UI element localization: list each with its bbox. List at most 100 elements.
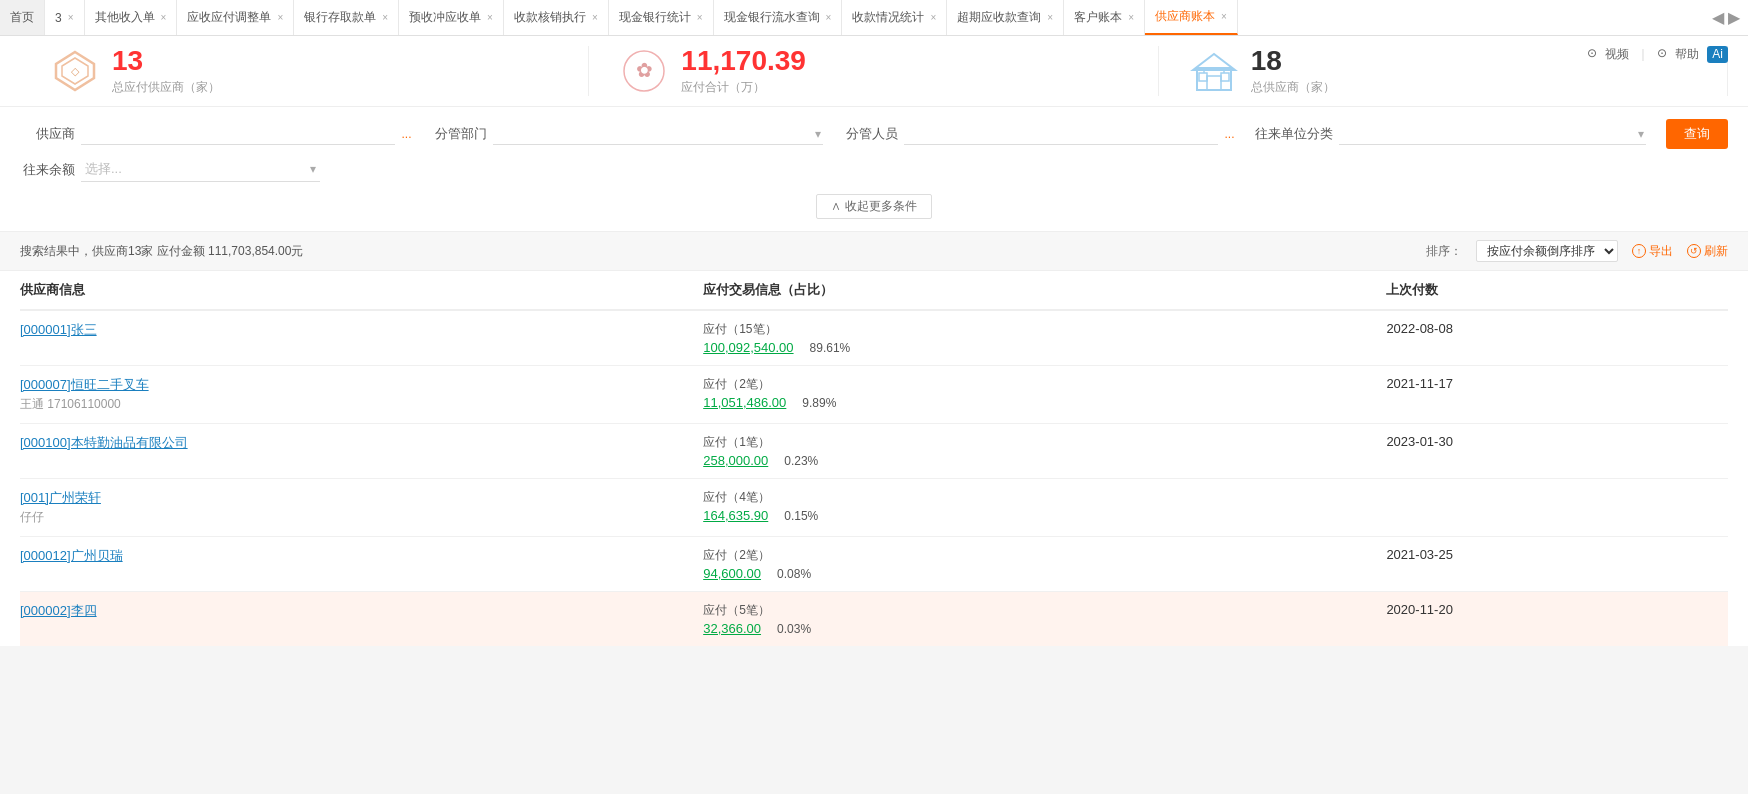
nav-tab-advance-recv[interactable]: 预收冲应收单 × — [399, 0, 504, 35]
nav-prev-icon[interactable]: ◀ — [1712, 8, 1724, 27]
close-icon[interactable]: × — [1047, 12, 1053, 23]
help-link[interactable]: 帮助 — [1675, 46, 1699, 63]
supplier-sub-3: 仔仔 — [20, 509, 703, 526]
supplier-link-0[interactable]: [000001]张三 — [20, 321, 703, 339]
shop-icon — [1189, 46, 1239, 96]
nav-tab-recv-stat[interactable]: 收款情况统计 × — [842, 0, 947, 35]
stat-number-ap-amount: 11,170.39 — [681, 46, 806, 77]
supplier-link-2[interactable]: [000100]本特勤油品有限公司 — [20, 434, 703, 452]
nav-tab-other-income[interactable]: 其他收入单 × — [85, 0, 178, 35]
collapse-row: ∧ 收起更多条件 — [20, 190, 1728, 223]
dept-field: 分管部门 ▾ — [432, 124, 824, 145]
close-icon[interactable]: × — [277, 12, 283, 23]
refresh-label: 刷新 — [1704, 243, 1728, 260]
video-link[interactable]: 视频 — [1605, 46, 1629, 63]
nav-tab-cash-stat-label: 现金银行统计 — [619, 9, 691, 26]
balance-select[interactable]: 选择... ▾ — [81, 157, 320, 182]
result-summary: 搜索结果中，供应商13家 应付金额 111,703,854.00元 — [20, 243, 303, 260]
close-icon[interactable]: × — [68, 12, 74, 23]
tx-info-4: 应付（2笔） 94,600.00 0.08% — [703, 547, 1386, 581]
close-icon[interactable]: × — [930, 12, 936, 23]
nav-tab-3-label: 3 — [55, 11, 62, 25]
nav-tab-home[interactable]: 首页 — [0, 0, 45, 35]
nav-tab-supplier-book[interactable]: 供应商账本 × — [1145, 0, 1238, 35]
nav-tab-recv-verify[interactable]: 收款核销执行 × — [504, 0, 609, 35]
person-field: 分管人员 ... — [843, 123, 1235, 145]
close-icon[interactable]: × — [697, 12, 703, 23]
close-icon[interactable]: × — [592, 12, 598, 23]
nav-tab-advance-recv-label: 预收冲应收单 — [409, 9, 481, 26]
close-icon[interactable]: × — [1128, 12, 1134, 23]
tx-info-3: 应付（4笔） 164,635.90 0.15% — [703, 489, 1386, 523]
supplier-link-4[interactable]: [000012]广州贝瑞 — [20, 547, 703, 565]
search-row-1: 供应商 ... 分管部门 ▾ 分管人员 ... 往来单位分类 ▾ 查询 — [20, 119, 1728, 149]
tx-amount-2[interactable]: 258,000.00 — [703, 453, 768, 468]
nav-next-icon[interactable]: ▶ — [1728, 8, 1740, 27]
close-icon[interactable]: × — [1221, 11, 1227, 22]
svg-rect-8 — [1199, 73, 1207, 81]
result-bar: 搜索结果中，供应商13家 应付金额 111,703,854.00元 排序： 按应… — [0, 232, 1748, 271]
stats-bar: ◇ 13 总应付供应商（家） ✿ 11,170.39 应付合计（万） — [0, 36, 1748, 107]
supplier-info-3: [001]广州荣轩 仔仔 — [20, 489, 703, 526]
supplier-link-5[interactable]: [000002]李四 — [20, 602, 703, 620]
tx-label-5: 应付（5笔） — [703, 602, 1386, 619]
svg-rect-9 — [1221, 73, 1229, 81]
balance-label: 往来余额 — [20, 161, 75, 179]
tx-label-0: 应付（15笔） — [703, 321, 1386, 338]
tx-amount-5[interactable]: 32,366.00 — [703, 621, 761, 636]
nav-tab-cash-stat[interactable]: 现金银行统计 × — [609, 0, 714, 35]
refresh-button[interactable]: ↺ 刷新 — [1687, 243, 1728, 260]
sort-label: 排序： — [1426, 243, 1462, 260]
supplier-link-3[interactable]: [001]广州荣轩 — [20, 489, 703, 507]
tx-amount-0[interactable]: 100,092,540.00 — [703, 340, 793, 355]
tx-row-3: 164,635.90 0.15% — [703, 506, 1386, 523]
tx-row-2: 258,000.00 0.23% — [703, 451, 1386, 468]
dept-select[interactable]: ▾ — [493, 124, 824, 145]
sort-select[interactable]: 按应付余额倒序排序 — [1476, 240, 1618, 262]
close-icon[interactable]: × — [487, 12, 493, 23]
collapse-label: 收起更多条件 — [845, 199, 917, 213]
tx-amount-3[interactable]: 164,635.90 — [703, 508, 768, 523]
stat-label-ap-amount: 应付合计（万） — [681, 79, 806, 96]
dept-chevron-icon: ▾ — [815, 127, 821, 141]
nav-arrows: ◀ ▶ — [1704, 8, 1748, 27]
search-button[interactable]: 查询 — [1666, 119, 1728, 149]
stat-text-left: 13 总应付供应商（家） — [112, 46, 220, 96]
table-row: [000001]张三 应付（15笔） 100,092,540.00 89.61%… — [20, 311, 1728, 366]
close-icon[interactable]: × — [161, 12, 167, 23]
help-icon: ⊙ — [1657, 46, 1667, 63]
nav-tab-3[interactable]: 3 × — [45, 0, 85, 35]
nav-tab-overdue-recv[interactable]: 超期应收款查询 × — [947, 0, 1064, 35]
diamond-icon: ◇ — [50, 46, 100, 96]
nav-tab-recv-verify-label: 收款核销执行 — [514, 9, 586, 26]
export-button[interactable]: ↑ 导出 — [1632, 243, 1673, 260]
table-row: [001]广州荣轩 仔仔 应付（4笔） 164,635.90 0.15% — [20, 479, 1728, 537]
nav-tab-cash-flow[interactable]: 现金银行流水查询 × — [714, 0, 843, 35]
supplier-info-1: [000007]恒旺二手叉车 王通 17106110000 — [20, 376, 703, 413]
nav-tab-bank-deposit[interactable]: 银行存取款单 × — [294, 0, 399, 35]
supplier-info-5: [000002]李四 — [20, 602, 703, 620]
person-dots-btn[interactable]: ... — [1224, 127, 1234, 141]
supplier-input[interactable] — [81, 123, 395, 145]
stat-text-right: 18 总供应商（家） — [1251, 46, 1335, 96]
supplier-dots-btn[interactable]: ... — [401, 127, 411, 141]
nav-tab-customer-book[interactable]: 客户账本 × — [1064, 0, 1145, 35]
close-icon[interactable]: × — [826, 12, 832, 23]
tx-row-4: 94,600.00 0.08% — [703, 564, 1386, 581]
table-row: [000100]本特勤油品有限公司 应付（1笔） 258,000.00 0.23… — [20, 424, 1728, 479]
tx-amount-4[interactable]: 94,600.00 — [703, 566, 761, 581]
tx-amount-1[interactable]: 11,051,486.00 — [703, 395, 786, 410]
table-row: [000002]李四 应付（5笔） 32,366.00 0.03% 2020-1… — [20, 592, 1728, 646]
nav-tab-ar-ap-adjust[interactable]: 应收应付调整单 × — [177, 0, 294, 35]
person-input[interactable] — [904, 123, 1218, 145]
last-pay-0: 2022-08-08 — [1386, 321, 1728, 336]
close-icon[interactable]: × — [382, 12, 388, 23]
table-header: 供应商信息 应付交易信息（占比） 上次付数 — [20, 271, 1728, 311]
supplier-link-1[interactable]: [000007]恒旺二手叉车 — [20, 376, 703, 394]
wheat-icon: ✿ — [619, 46, 669, 96]
ai-badge[interactable]: Ai — [1707, 46, 1728, 63]
collapse-button[interactable]: ∧ 收起更多条件 — [816, 194, 931, 219]
nav-tab-other-income-label: 其他收入单 — [95, 9, 155, 26]
category-select[interactable]: ▾ — [1339, 124, 1647, 145]
tx-percent-4: 0.08% — [777, 567, 811, 581]
